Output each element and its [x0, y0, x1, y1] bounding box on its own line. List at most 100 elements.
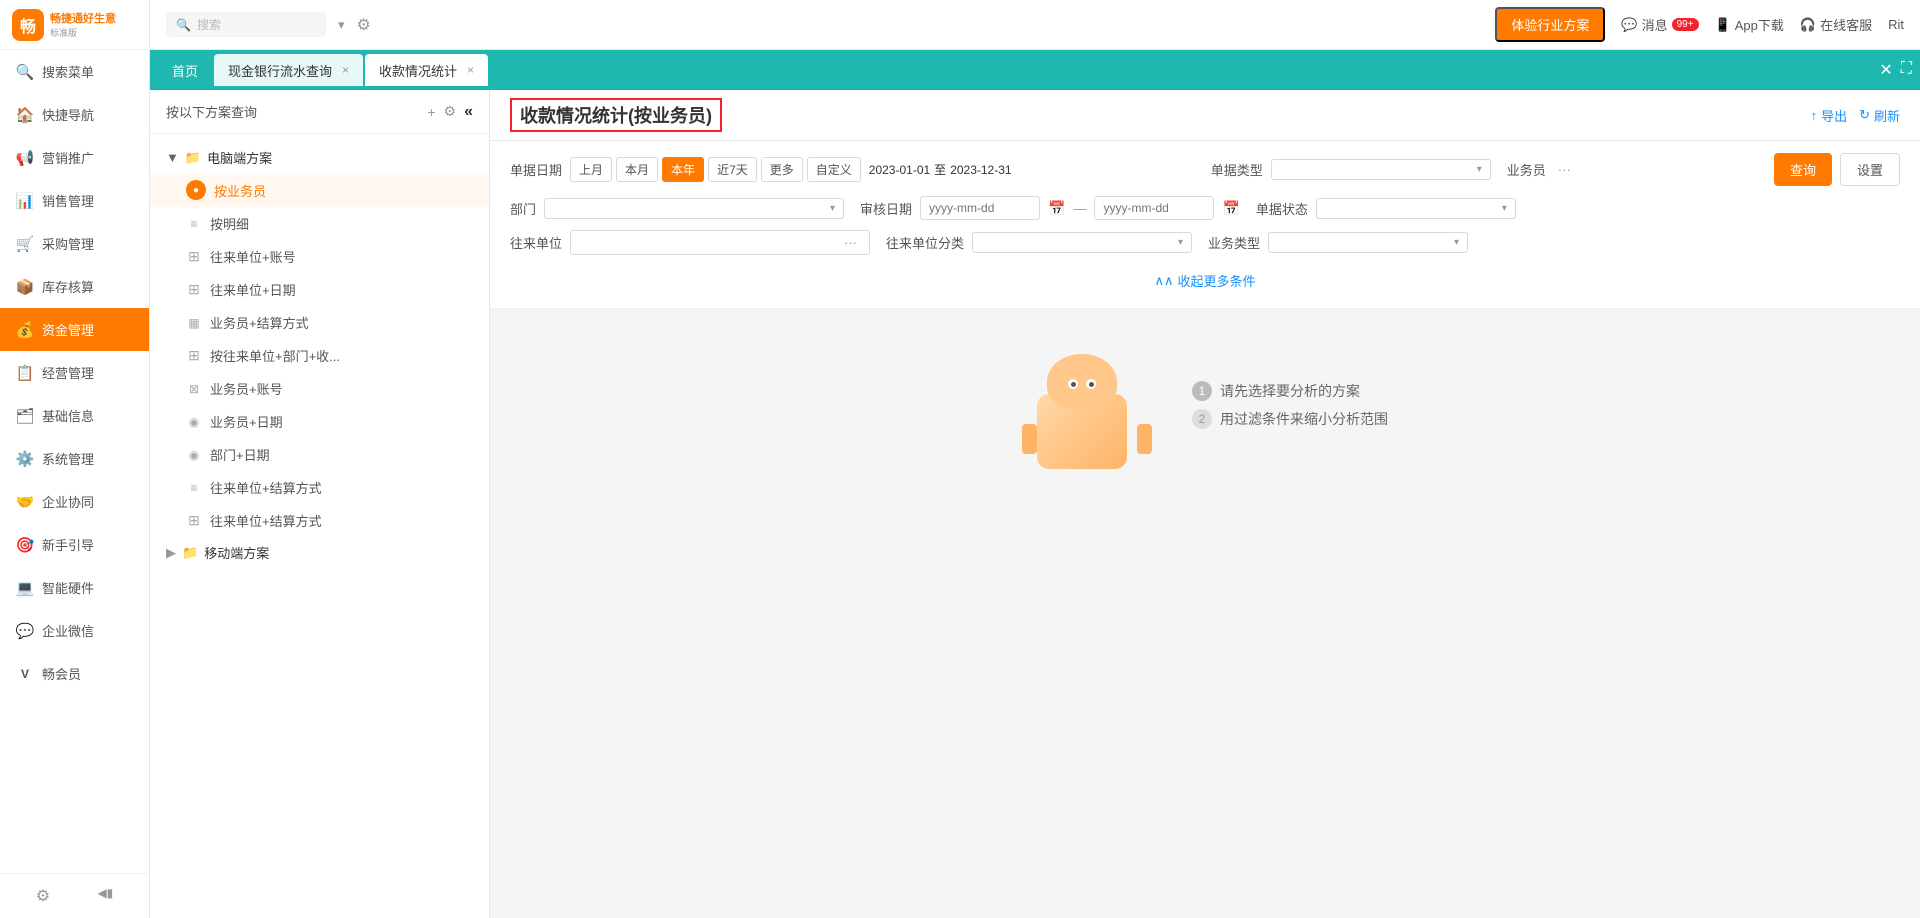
online-service-btn[interactable]: 🎧 在线客服 [1800, 15, 1872, 34]
review-date-from-input[interactable] [920, 196, 1040, 220]
review-date-to-input[interactable] [1094, 196, 1214, 220]
header-settings-icon[interactable]: ⚙ [357, 15, 371, 35]
sidebar-item-quicknav[interactable]: 🏠 快捷导航 [0, 93, 149, 136]
footer-collapse-btn[interactable]: ◀▮ [97, 886, 113, 906]
bank-flow-tab-close[interactable]: × [342, 63, 349, 77]
header-dropdown-icon[interactable]: ▾ [338, 17, 345, 33]
sidebar-item-sales[interactable]: 📊 销售管理 [0, 179, 149, 222]
salesperson-more-icon[interactable]: ··· [1558, 162, 1571, 177]
bar-icon: ▦ [186, 315, 202, 331]
app-download-btn[interactable]: 📱 App下载 [1715, 15, 1784, 34]
header-search-icon: 🔍 [176, 18, 191, 32]
sidebar-item-hardware[interactable]: 💻 智能硬件 [0, 566, 149, 609]
receipt-stats-tab-close[interactable]: × [467, 63, 474, 77]
scheme-item-unit-date[interactable]: ⊞ 往来单位+日期 [150, 273, 489, 306]
sidebar-item-wechat[interactable]: 💬 企业微信 [0, 609, 149, 652]
unit-select[interactable]: ··· [570, 230, 870, 255]
doc-type-select[interactable]: ▾ [1271, 159, 1491, 180]
hint-num-1: 1 [1192, 381, 1212, 401]
date-btn-7days[interactable]: 近7天 [708, 157, 757, 182]
tab-expand-icon[interactable]: ⛶ [1901, 60, 1912, 80]
unit-more-icon[interactable]: ··· [844, 235, 857, 250]
date-separator: 至 [934, 161, 946, 178]
salesperson-filter: 业务员 ··· [1507, 160, 1575, 179]
user-name-btn[interactable]: Rit [1888, 17, 1904, 32]
inventory-icon: 📦 [16, 278, 34, 296]
empty-hints: 1 请先选择要分析的方案 2 用过滤条件来缩小分析范围 [1192, 381, 1388, 437]
refresh-btn[interactable]: ↻ 刷新 [1859, 106, 1900, 125]
scheme-item-unit-settle1[interactable]: ≡ 往来单位+结算方式 [150, 471, 489, 504]
desktop-group-header[interactable]: ▼ 📁 电脑端方案 [150, 142, 489, 173]
footer-settings-btn[interactable]: ⚙ [36, 886, 50, 906]
sidebar-item-purchase[interactable]: 🛒 采购管理 [0, 222, 149, 265]
doc-status-select[interactable]: ▾ [1316, 198, 1516, 219]
mobile-group-header[interactable]: ▶ 📁 移动端方案 [150, 537, 489, 568]
scheme-item-unit-account[interactable]: ⊞ 往来单位+账号 [150, 240, 489, 273]
scheme-item-label: 按业务员 [214, 181, 266, 200]
sidebar-item-search[interactable]: 🔍 搜索菜单 [0, 50, 149, 93]
hint-text-1: 请先选择要分析的方案 [1220, 381, 1360, 401]
business-type-select[interactable]: ▾ [1268, 232, 1468, 253]
sidebar-item-finance[interactable]: 💰 资金管理 [0, 308, 149, 351]
settings-button[interactable]: 设置 [1840, 153, 1900, 186]
review-date-cal-icon2[interactable]: 📅 [1222, 200, 1239, 217]
scheme-item-unit-settle2[interactable]: ⊞ 往来单位+结算方式 [150, 504, 489, 537]
sidebar-item-enterprise[interactable]: 🤝 企业协同 [0, 480, 149, 523]
unit-category-arrow: ▾ [1178, 237, 1183, 248]
collapse-icon: ∧∧ [1154, 273, 1173, 289]
desktop-group-label: 电脑端方案 [207, 148, 272, 167]
logo-area: 畅 畅捷通好生意 标准版 [0, 0, 149, 50]
scheme-item-salesperson-account[interactable]: ⊠ 业务员+账号 [150, 372, 489, 405]
mobile-scheme-group: ▶ 📁 移动端方案 [150, 537, 489, 568]
sidebar-item-member[interactable]: V 畅会员 [0, 652, 149, 695]
scheme-item-dept-date[interactable]: ◉ 部门+日期 [150, 438, 489, 471]
home-icon: 🏠 [16, 106, 34, 124]
query-button[interactable]: 查询 [1774, 153, 1832, 186]
scheme-item-salesperson-settle[interactable]: ▦ 业务员+结算方式 [150, 306, 489, 339]
list-icon2: ≡ [186, 480, 202, 496]
unit-category-label: 往来单位分类 [886, 233, 964, 252]
date-btn-more[interactable]: 更多 [761, 157, 803, 182]
date-btn-custom[interactable]: 自定义 [807, 157, 861, 182]
tab-bank-flow[interactable]: 现金银行流水查询 × [214, 54, 363, 86]
tab-close-all-icon[interactable]: ✕ [1879, 60, 1892, 80]
messages-btn[interactable]: 💬 消息 99+ [1621, 15, 1698, 34]
add-scheme-btn[interactable]: + [427, 104, 435, 120]
filter-row-1: 单据日期 上月 本月 本年 近7天 更多 自定义 2023-01-01 至 [510, 153, 1900, 186]
tab-receipt-stats[interactable]: 收款情况统计 × [365, 54, 488, 86]
review-date-cal-icon[interactable]: 📅 [1048, 200, 1065, 217]
export-btn[interactable]: ↑ 导出 [1811, 106, 1848, 125]
collapse-filter-btn[interactable]: ∧∧ 收起更多条件 [510, 265, 1900, 296]
header-search-box[interactable]: 🔍 搜索 [166, 12, 326, 37]
header-right: 体验行业方案 💬 消息 99+ 📱 App下载 🎧 在线客服 Rit [1495, 7, 1904, 42]
scheme-settings-btn[interactable]: ⚙ [444, 103, 457, 120]
scheme-item-label: 往来单位+账号 [210, 247, 296, 266]
guide-icon: 🎯 [16, 536, 34, 554]
date-btn-last-month[interactable]: 上月 [570, 157, 612, 182]
date-btn-this-year[interactable]: 本年 [662, 157, 704, 182]
list-icon: ≡ [186, 216, 202, 232]
sidebar-item-inventory[interactable]: 📦 库存核算 [0, 265, 149, 308]
sidebar-item-system[interactable]: ⚙️ 系统管理 [0, 437, 149, 480]
purchase-icon: 🛒 [16, 235, 34, 253]
scheme-item-by-detail[interactable]: ≡ 按明细 [150, 207, 489, 240]
scheme-item-label: 往来单位+日期 [210, 280, 296, 299]
sidebar-item-guide[interactable]: 🎯 新手引导 [0, 523, 149, 566]
unit-filter: 往来单位 ··· [510, 230, 870, 255]
collapse-panel-btn[interactable]: « [464, 103, 473, 121]
dept-select[interactable]: ▾ [544, 198, 844, 219]
sidebar-item-basic[interactable]: 🗂 基础信息 [0, 394, 149, 437]
business-type-label: 业务类型 [1208, 233, 1260, 252]
scheme-item-by-salesperson[interactable]: ● 按业务员 [150, 173, 489, 207]
scheme-item-salesperson-date[interactable]: ◉ 业务员+日期 [150, 405, 489, 438]
date-btn-this-month[interactable]: 本月 [616, 157, 658, 182]
active-dot-icon: ● [186, 180, 206, 200]
service-icon: 🎧 [1800, 17, 1816, 33]
unit-category-select[interactable]: ▾ [972, 232, 1192, 253]
trial-button[interactable]: 体验行业方案 [1495, 7, 1605, 42]
scheme-item-unit-dept[interactable]: ⊞ 按往来单位+部门+收... [150, 339, 489, 372]
app-icon: 📱 [1715, 17, 1731, 33]
tab-home[interactable]: 首页 [158, 54, 212, 86]
sidebar-item-marketing[interactable]: 📢 营销推广 [0, 136, 149, 179]
sidebar-item-operation[interactable]: 📋 经营管理 [0, 351, 149, 394]
